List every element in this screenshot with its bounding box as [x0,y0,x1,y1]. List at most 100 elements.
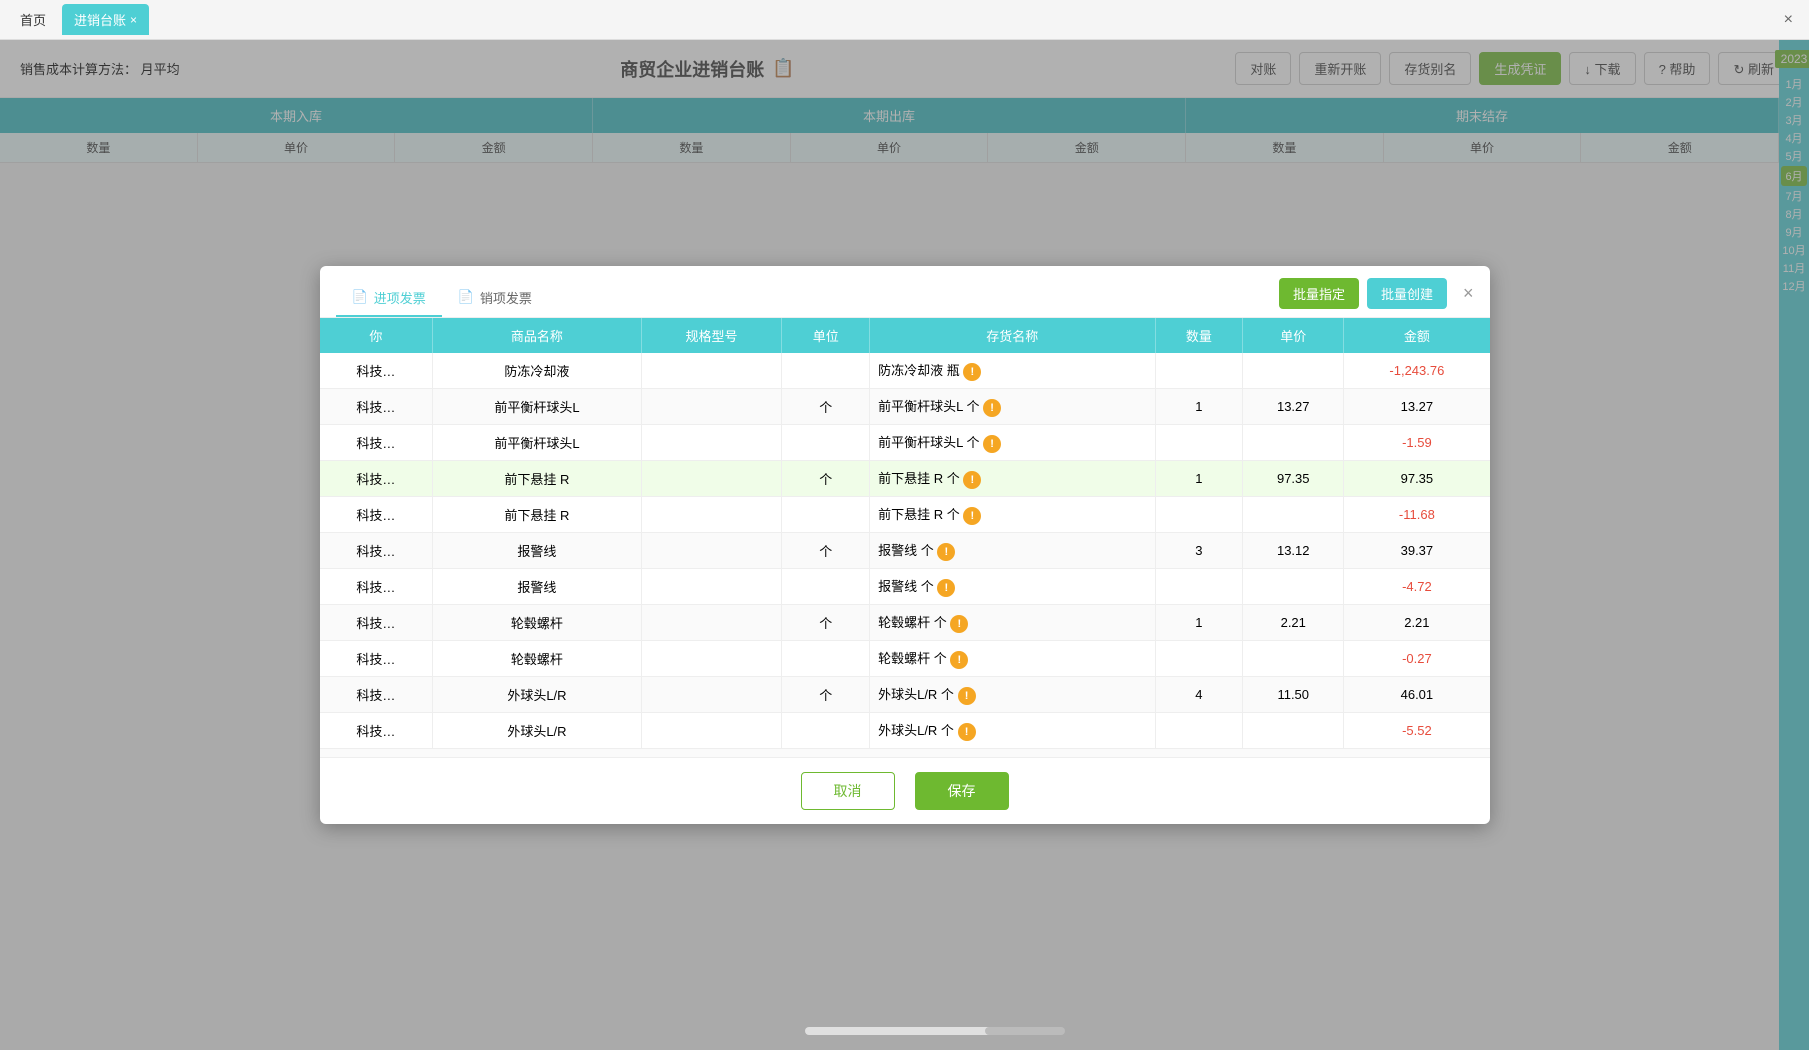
cell-qty: 3 [1155,533,1243,569]
cell-unit [782,497,870,533]
th-inventory: 存货名称 [870,318,1155,353]
table-row[interactable]: 科技…外球头L/R外球头L/R 个 !-5.52 [320,713,1490,749]
cell-unit [782,641,870,677]
cell-spec [641,461,782,497]
cell-price [1243,425,1344,461]
cell-company: 科技… [320,425,433,461]
cell-company: 科技… [320,389,433,425]
active-tab[interactable]: 进销台账 × [62,4,149,35]
cell-inventory: 报警线 个 ! [870,569,1155,605]
table-row[interactable]: 科技…轮毂螺杆轮毂螺杆 个 !-0.27 [320,641,1490,677]
cell-spec [641,425,782,461]
warning-icon: ! [937,579,955,597]
table-row[interactable]: 科技…前下悬挂 R前下悬挂 R 个 !-11.68 [320,497,1490,533]
batch-assign-button[interactable]: 批量指定 [1279,278,1359,309]
cell-company: 科技… [320,569,433,605]
top-bar: 首页 进销台账 × × [0,0,1809,40]
cell-price: 11.50 [1243,677,1344,713]
cell-spec [641,677,782,713]
cell-amount: -0.27 [1344,641,1490,677]
cell-product: 前平衡杆球头L [433,389,641,425]
window-close-button[interactable]: × [1776,7,1801,33]
cell-qty [1155,641,1243,677]
cell-company: 科技… [320,497,433,533]
home-tab[interactable]: 首页 [8,4,58,35]
table-row[interactable]: 科技…前平衡杆球头L个前平衡杆球头L 个 !113.2713.27 [320,389,1490,425]
in-invoice-icon: 📄 [352,289,368,305]
cell-qty: 1 [1155,389,1243,425]
cell-inventory: 轮毂螺杆 个 ! [870,641,1155,677]
cell-company: 科技… [320,461,433,497]
scrollbar-area[interactable] [320,749,1490,757]
cell-product: 防冻冷却液 [433,353,641,389]
tab-in-label: 进项发票 [374,288,426,307]
table-row[interactable]: 科技…报警线个报警线 个 !313.1239.37 [320,533,1490,569]
tab-in-invoice[interactable]: 📄 进项发票 [336,280,442,317]
cell-company: 科技… [320,677,433,713]
modal-dialog: 📄 进项发票 📄 销项发票 批量指定 批量创建 × [320,266,1490,824]
cell-qty [1155,713,1243,749]
cell-price [1243,641,1344,677]
cell-qty: 4 [1155,677,1243,713]
cell-price: 2.21 [1243,605,1344,641]
cell-qty [1155,569,1243,605]
table-row[interactable]: 科技…前下悬挂 R个前下悬挂 R 个 !197.3597.35 [320,461,1490,497]
tab-out-invoice[interactable]: 📄 销项发票 [442,280,548,317]
cell-spec [641,605,782,641]
warning-icon: ! [963,363,981,381]
table-row[interactable]: 科技…外球头L/R个外球头L/R 个 !411.5046.01 [320,677,1490,713]
th-spec: 规格型号 [641,318,782,353]
cell-price [1243,353,1344,389]
cell-unit [782,569,870,605]
cell-price: 13.12 [1243,533,1344,569]
modal-header: 📄 进项发票 📄 销项发票 批量指定 批量创建 × [320,266,1490,318]
cell-product: 报警线 [433,533,641,569]
table-row[interactable]: 科技…轮毂螺杆个轮毂螺杆 个 !12.212.21 [320,605,1490,641]
modal-close-button[interactable]: × [1463,283,1474,304]
save-button[interactable]: 保存 [915,772,1009,810]
cell-company: 科技… [320,353,433,389]
warning-icon: ! [983,399,1001,417]
cell-product: 轮毂螺杆 [433,605,641,641]
out-invoice-icon: 📄 [458,289,474,305]
warning-icon: ! [963,471,981,489]
cancel-button[interactable]: 取消 [801,772,895,810]
cell-unit [782,713,870,749]
modal-table-wrap[interactable]: 你 商品名称 规格型号 单位 存货名称 数量 单价 金额 科技…防冻冷却液防冻冷… [320,318,1490,749]
cell-unit: 个 [782,389,870,425]
table-row[interactable]: 科技…防冻冷却液防冻冷却液 瓶 !-1,243.76 [320,353,1490,389]
table-row[interactable]: 科技…前平衡杆球头L前平衡杆球头L 个 !-1.59 [320,425,1490,461]
warning-icon: ! [958,723,976,741]
cell-qty [1155,353,1243,389]
cell-inventory: 报警线 个 ! [870,533,1155,569]
main-content: 销售成本计算方法： 月平均 商贸企业进销台账 📋 对账 重新开账 存货别名 生成… [0,40,1809,1050]
table-row[interactable]: 科技…报警线报警线 个 !-4.72 [320,569,1490,605]
cell-qty: 1 [1155,461,1243,497]
batch-create-button[interactable]: 批量创建 [1367,278,1447,309]
cell-inventory: 前下悬挂 R 个 ! [870,461,1155,497]
cell-amount: 2.21 [1344,605,1490,641]
cell-unit: 个 [782,605,870,641]
cell-amount: -4.72 [1344,569,1490,605]
warning-icon: ! [958,687,976,705]
cell-spec [641,569,782,605]
cell-price [1243,569,1344,605]
warning-icon: ! [963,507,981,525]
cell-company: 科技… [320,605,433,641]
cell-product: 外球头L/R [433,713,641,749]
th-price: 单价 [1243,318,1344,353]
warning-icon: ! [950,651,968,669]
tab-close-icon[interactable]: × [130,13,137,27]
th-amount: 金额 [1344,318,1490,353]
cell-amount: -5.52 [1344,713,1490,749]
tab-label: 进销台账 [74,10,126,29]
cell-amount: -1.59 [1344,425,1490,461]
cell-amount: 46.01 [1344,677,1490,713]
warning-icon: ! [937,543,955,561]
cell-inventory: 前下悬挂 R 个 ! [870,497,1155,533]
cell-unit: 个 [782,533,870,569]
warning-icon: ! [950,615,968,633]
cell-spec [641,389,782,425]
cell-spec [641,641,782,677]
cell-amount: -11.68 [1344,497,1490,533]
